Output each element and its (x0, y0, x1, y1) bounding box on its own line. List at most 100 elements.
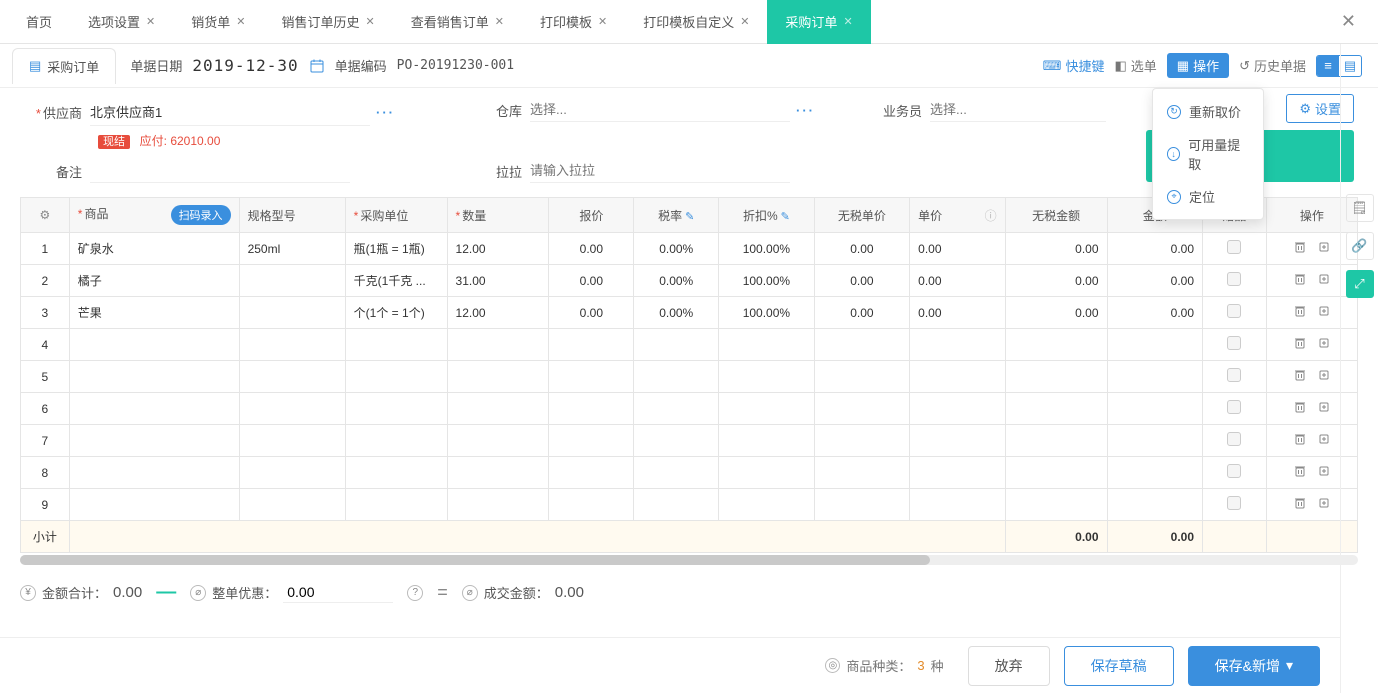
edit-icon[interactable]: ✎ (781, 211, 790, 223)
col-notax-amount[interactable]: 无税金额 (1005, 198, 1107, 233)
cell-tax[interactable] (634, 361, 719, 393)
table-row[interactable]: 7 (21, 425, 1358, 457)
copy-row-icon[interactable] (1317, 272, 1331, 286)
dropdown-available[interactable]: ↓可用量提取 (1153, 128, 1263, 180)
cell-quote[interactable]: 0.00 (549, 265, 634, 297)
cell-gift[interactable] (1203, 425, 1267, 457)
gift-checkbox[interactable] (1227, 368, 1241, 382)
rail-link-icon[interactable]: 🔗 (1346, 232, 1374, 260)
cell-amount[interactable]: 0.00 (1107, 297, 1203, 329)
cell-spec[interactable] (239, 297, 345, 329)
cell-amount[interactable] (1107, 425, 1203, 457)
lala-input[interactable] (530, 163, 790, 178)
edit-icon[interactable]: ✎ (685, 211, 694, 223)
cell-notax-price[interactable]: 0.00 (814, 297, 910, 329)
cell-tax[interactable] (634, 457, 719, 489)
cell-notax-amount[interactable]: 0.00 (1005, 233, 1107, 265)
cell-amount[interactable] (1107, 489, 1203, 521)
table-row[interactable]: 5 (21, 361, 1358, 393)
cell-qty[interactable] (447, 457, 549, 489)
gift-checkbox[interactable] (1227, 272, 1241, 286)
cell-notax-price[interactable] (814, 457, 910, 489)
operate-button[interactable]: ▦操作 (1167, 53, 1229, 78)
close-all-icon[interactable]: ✕ (1327, 11, 1370, 32)
subtab-purchase-order[interactable]: ▤ 采购订单 (12, 48, 116, 84)
gift-checkbox[interactable] (1227, 432, 1241, 446)
info-icon[interactable]: ⓘ (985, 207, 997, 224)
cell-qty[interactable] (447, 329, 549, 361)
table-row[interactable]: 1矿泉水250ml瓶(1瓶 = 1瓶)12.000.000.00%100.00%… (21, 233, 1358, 265)
delete-row-icon[interactable] (1293, 368, 1307, 382)
cell-notax-amount[interactable]: 0.00 (1005, 297, 1107, 329)
col-product[interactable]: 商品扫码录入 (69, 198, 239, 233)
cell-unit[interactable] (345, 361, 447, 393)
cell-tax[interactable] (634, 489, 719, 521)
cell-quote[interactable] (549, 361, 634, 393)
tab-options[interactable]: 选项设置✕ (70, 0, 173, 44)
salesman-select[interactable] (930, 102, 1106, 117)
cell-discount[interactable]: 100.00% (719, 265, 815, 297)
cell-notax-amount[interactable] (1005, 489, 1107, 521)
help-icon[interactable]: ? (407, 585, 423, 601)
cell-price[interactable]: 0.00 (910, 233, 1006, 265)
cell-product[interactable] (69, 425, 239, 457)
cell-tax[interactable]: 0.00% (634, 233, 719, 265)
delete-row-icon[interactable] (1293, 432, 1307, 446)
close-icon[interactable]: ✕ (740, 15, 749, 28)
cell-discount[interactable] (719, 393, 815, 425)
cell-unit[interactable] (345, 393, 447, 425)
cell-gift[interactable] (1203, 361, 1267, 393)
cell-unit[interactable]: 个(1个 = 1个) (345, 297, 447, 329)
cell-price[interactable] (910, 329, 1006, 361)
cell-discount[interactable] (719, 425, 815, 457)
save-add-button[interactable]: 保存&新增▾ (1188, 646, 1320, 686)
cell-unit[interactable] (345, 425, 447, 457)
cell-gift[interactable] (1203, 233, 1267, 265)
copy-row-icon[interactable] (1317, 240, 1331, 254)
copy-row-icon[interactable] (1317, 368, 1331, 382)
rail-expand-icon[interactable]: ⤢ (1346, 270, 1374, 298)
cell-product[interactable] (69, 329, 239, 361)
cell-gift[interactable] (1203, 393, 1267, 425)
delete-row-icon[interactable] (1293, 304, 1307, 318)
cell-gift[interactable] (1203, 329, 1267, 361)
cell-price[interactable] (910, 361, 1006, 393)
cell-notax-price[interactable] (814, 489, 910, 521)
cell-product[interactable]: 橘子 (69, 265, 239, 297)
cell-amount[interactable] (1107, 361, 1203, 393)
cell-discount[interactable] (719, 457, 815, 489)
cell-spec[interactable] (239, 393, 345, 425)
cell-gift[interactable] (1203, 489, 1267, 521)
tab-home[interactable]: 首页 (8, 0, 70, 44)
warehouse-picker-icon[interactable]: ··· (796, 103, 815, 118)
copy-row-icon[interactable] (1317, 496, 1331, 510)
dropdown-reprice[interactable]: ↻重新取价 (1153, 95, 1263, 128)
close-icon[interactable]: ✕ (495, 15, 504, 28)
col-notax-price[interactable]: 无税单价 (814, 198, 910, 233)
cell-product[interactable] (69, 489, 239, 521)
cell-tax[interactable]: 0.00% (634, 265, 719, 297)
cell-notax-price[interactable]: 0.00 (814, 265, 910, 297)
cell-notax-amount[interactable]: 0.00 (1005, 265, 1107, 297)
supplier-value[interactable]: 北京供应商1 (90, 102, 162, 121)
cell-spec[interactable] (239, 425, 345, 457)
cell-unit[interactable] (345, 489, 447, 521)
gift-checkbox[interactable] (1227, 496, 1241, 510)
cell-discount[interactable] (719, 329, 815, 361)
close-icon[interactable]: ✕ (598, 15, 607, 28)
cell-tax[interactable] (634, 393, 719, 425)
close-icon[interactable]: ✕ (366, 15, 375, 28)
col-unit[interactable]: 采购单位 (345, 198, 447, 233)
cell-discount[interactable]: 100.00% (719, 233, 815, 265)
cell-qty[interactable] (447, 489, 549, 521)
cell-gift[interactable] (1203, 297, 1267, 329)
cell-amount[interactable]: 0.00 (1107, 265, 1203, 297)
cell-quote[interactable] (549, 329, 634, 361)
cell-spec[interactable] (239, 329, 345, 361)
cell-notax-amount[interactable] (1005, 393, 1107, 425)
cell-discount[interactable] (719, 489, 815, 521)
cell-gift[interactable] (1203, 457, 1267, 489)
cell-notax-price[interactable]: 0.00 (814, 233, 910, 265)
cell-notax-price[interactable] (814, 393, 910, 425)
cell-product[interactable] (69, 361, 239, 393)
